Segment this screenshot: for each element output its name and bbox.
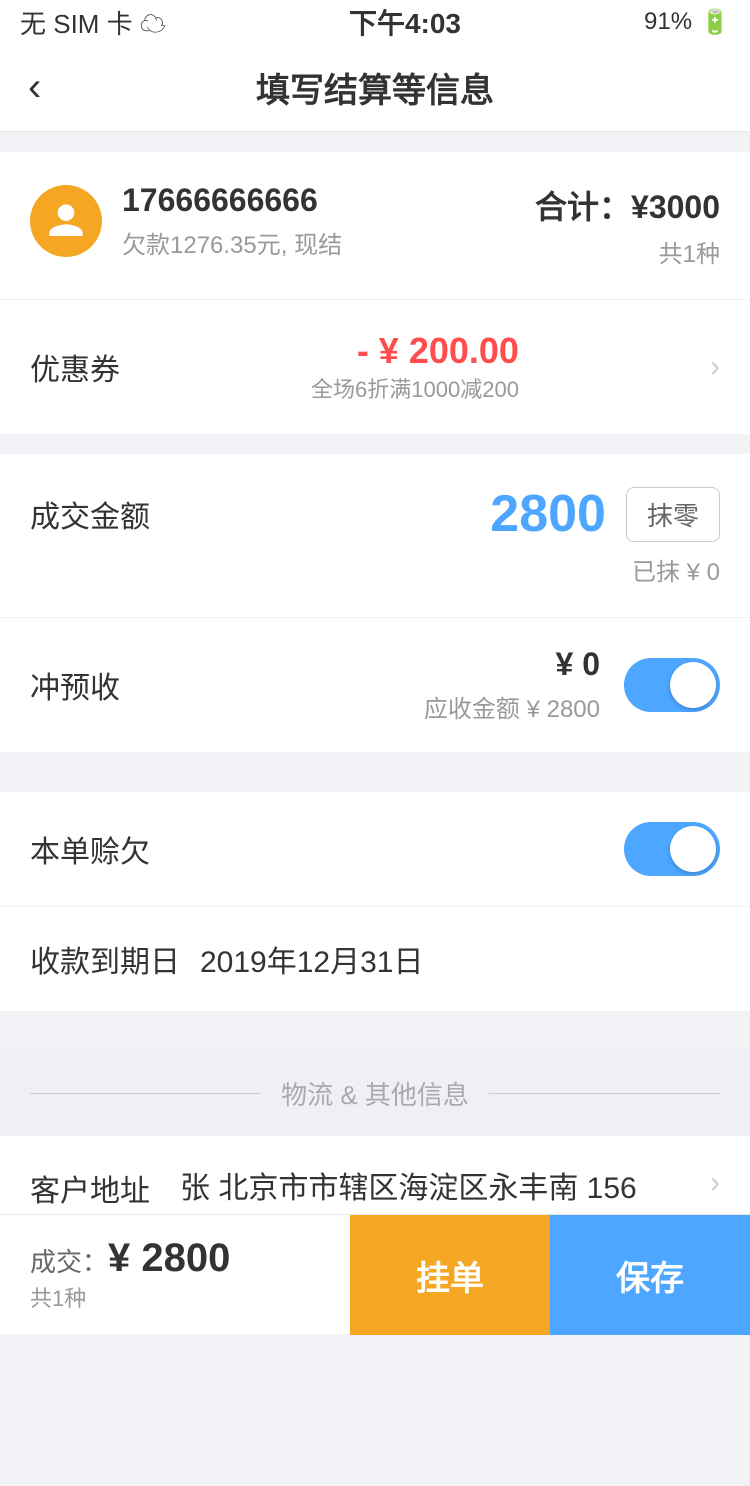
- bottom-info: 成交：¥ 2800 共1种: [0, 1215, 350, 1334]
- status-right: 91% 🔋: [644, 8, 730, 37]
- signal-text: 无 SIM 卡 ☁: [20, 4, 166, 41]
- address-label: 客户地址: [30, 1166, 150, 1210]
- credit-section: 本单赊欠: [0, 792, 750, 906]
- coupon-detail: - ¥ 200.00 全场6折满1000减200: [311, 330, 519, 404]
- save-button[interactable]: 保存: [550, 1215, 750, 1335]
- nav-bar: ‹ 填写结算等信息: [0, 44, 750, 132]
- logistics-line-left: [30, 1093, 261, 1094]
- prepay-receivable: 应收金额 ¥ 2800: [424, 689, 600, 724]
- coupon-discount: - ¥ 200.00: [357, 330, 519, 372]
- amount-value: 2800: [490, 484, 606, 544]
- amount-row: 成交金额 2800 抹零: [30, 484, 720, 544]
- section-divider-2: [0, 752, 750, 772]
- customer-left: 17666666666 欠款1276.35元, 现结: [30, 182, 342, 260]
- back-button[interactable]: ‹: [28, 65, 41, 110]
- status-bar: 无 SIM 卡 ☁ 下午4:03 91% 🔋: [0, 0, 750, 44]
- section-divider-3: [0, 1011, 750, 1031]
- customer-debt: 欠款1276.35元, 现结: [122, 225, 342, 260]
- amount-right: 2800 抹零: [490, 484, 720, 544]
- chevron-right-icon: ›: [710, 350, 720, 384]
- page-title: 填写结算等信息: [256, 63, 494, 112]
- coupon-row[interactable]: 优惠券 - ¥ 200.00 全场6折满1000减200 ›: [0, 299, 750, 434]
- battery-text: 91%: [644, 8, 692, 36]
- customer-info: 17666666666 欠款1276.35元, 现结: [122, 182, 342, 260]
- amount-label: 成交金额: [30, 492, 150, 536]
- user-icon: [46, 201, 86, 241]
- duedate-value: 2019年12月31日: [200, 937, 423, 981]
- amount-section: 成交金额 2800 抹零 已抹 ¥ 0: [0, 454, 750, 617]
- prepay-label: 冲预收: [30, 663, 120, 707]
- customer-card: 17666666666 欠款1276.35元, 现结 合计：¥3000 共1种: [0, 152, 750, 299]
- bottom-deal-count: 共1种: [30, 1281, 320, 1313]
- total-price-value: ¥3000: [631, 189, 720, 225]
- amount-sub: 已抹 ¥ 0: [30, 552, 720, 587]
- customer-row: 17666666666 欠款1276.35元, 现结 合计：¥3000 共1种: [30, 182, 720, 269]
- prepay-section: 冲预收 ¥ 0 应收金额 ¥ 2800: [0, 617, 750, 752]
- coupon-label: 优惠券: [30, 345, 120, 389]
- logistics-divider: 物流 & 其他信息: [0, 1051, 750, 1136]
- total-count: 共1种: [659, 234, 720, 269]
- bottom-deal-label: 成交：¥ 2800: [30, 1236, 320, 1281]
- status-time: 下午4:03: [349, 2, 461, 42]
- bottom-deal-price: ¥ 2800: [108, 1236, 230, 1280]
- bottom-bar: 成交：¥ 2800 共1种 挂单 保存: [0, 1214, 750, 1334]
- address-right: ›: [710, 1166, 720, 1200]
- duedate-label: 收款到期日: [30, 937, 180, 981]
- status-left: 无 SIM 卡 ☁: [20, 4, 166, 41]
- credit-label: 本单赊欠: [30, 827, 150, 871]
- coupon-desc: 全场6折满1000减200: [311, 372, 519, 404]
- prepay-right: ¥ 0 应收金额 ¥ 2800: [424, 646, 600, 724]
- duedate-section: 收款到期日 2019年12月31日: [0, 906, 750, 1011]
- customer-right: 合计：¥3000 共1种: [535, 182, 720, 269]
- avatar: [30, 185, 102, 257]
- total-label: 合计：: [535, 189, 631, 225]
- total-price: 合计：¥3000: [535, 182, 720, 228]
- hang-button[interactable]: 挂单: [350, 1215, 550, 1335]
- logistics-text: 物流 & 其他信息: [281, 1075, 469, 1112]
- round-button[interactable]: 抹零: [626, 487, 720, 542]
- prepay-toggle[interactable]: [624, 658, 720, 712]
- toggle-knob: [670, 662, 716, 708]
- customer-phone: 17666666666: [122, 182, 342, 219]
- prepay-amount: ¥ 0: [556, 646, 600, 683]
- credit-toggle-knob: [670, 826, 716, 872]
- logistics-line-right: [489, 1093, 720, 1094]
- address-chevron-icon: ›: [710, 1166, 720, 1200]
- section-divider-1: [0, 434, 750, 454]
- credit-toggle[interactable]: [624, 822, 720, 876]
- battery-icon: 🔋: [700, 8, 730, 37]
